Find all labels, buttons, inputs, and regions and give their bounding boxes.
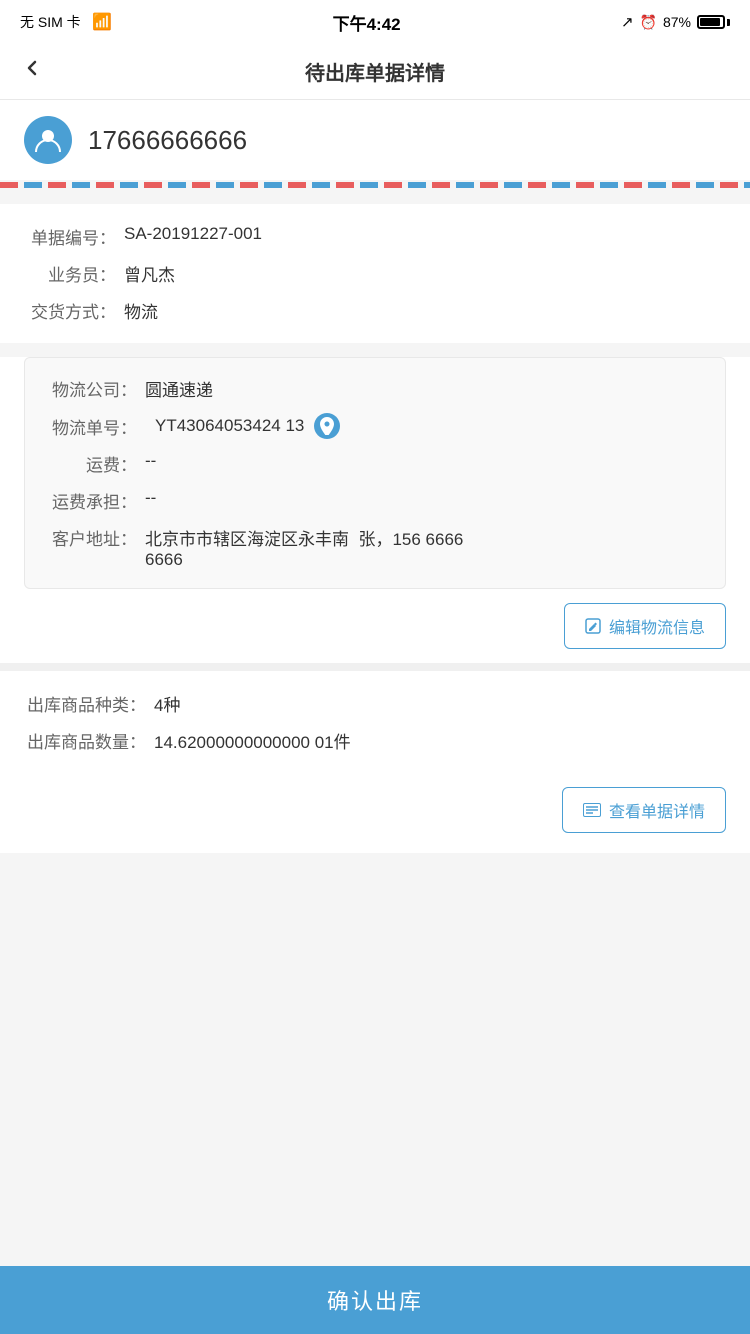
salesperson-row: 业务员： 曾凡杰 — [24, 261, 726, 286]
freight-bearer-value: -- — [145, 488, 705, 508]
battery-percent: 87% — [663, 14, 691, 30]
freight-label: 运费： — [45, 451, 145, 476]
user-phone: 17666666666 — [88, 125, 247, 156]
tracking-number-value: YT43064053424 13 — [155, 416, 304, 436]
logistics-card: 物流公司： 圆通速递 物流单号： YT43064053424 13 运费： --… — [24, 357, 726, 589]
address-row: 客户地址： 北京市市辖区海淀区永丰南 张，156 66666666 — [45, 525, 705, 570]
product-types-row: 出库商品种类： 4种 — [24, 691, 726, 716]
location-arrow-icon: ↗ — [621, 13, 634, 31]
product-quantity-label: 出库商品数量： — [24, 728, 154, 753]
user-header: 17666666666 — [0, 100, 750, 180]
edit-logistics-button[interactable]: 编辑物流信息 — [564, 603, 726, 649]
status-bar: 无 SIM 卡 📶 下午4:42 ↗ ⏰ 87% — [0, 0, 750, 44]
document-number-row: 单据编号： SA-20191227-001 — [24, 224, 726, 249]
confirm-outbound-button[interactable]: 确认出库 — [0, 1266, 750, 1334]
back-button[interactable] — [12, 48, 52, 95]
logistics-company-label: 物流公司： — [45, 376, 145, 401]
status-right: ↗ ⏰ 87% — [621, 13, 730, 31]
address-value: 北京市市辖区海淀区永丰南 张，156 66666666 — [145, 525, 705, 570]
product-quantity-row: 出库商品数量： 14.62000000000000 01件 — [24, 728, 726, 753]
product-types-label: 出库商品种类： — [24, 691, 154, 716]
section-separator — [0, 663, 750, 671]
product-info-section: 出库商品种类： 4种 出库商品数量： 14.62000000000000 01件 — [0, 671, 750, 773]
location-icon[interactable] — [314, 413, 340, 439]
product-types-value: 4种 — [154, 691, 726, 716]
freight-row: 运费： -- — [45, 451, 705, 476]
decorative-divider — [0, 182, 750, 188]
edit-logistics-btn-row: 编辑物流信息 — [0, 589, 750, 663]
address-label: 客户地址： — [45, 525, 145, 550]
wifi-icon: 📶 — [92, 14, 112, 31]
delivery-method-label: 交货方式： — [24, 298, 124, 323]
document-number-label: 单据编号： — [24, 224, 124, 249]
confirm-outbound-label: 确认出库 — [327, 1289, 423, 1314]
delivery-method-row: 交货方式： 物流 — [24, 298, 726, 323]
edit-logistics-label: 编辑物流信息 — [609, 614, 705, 638]
salesperson-label: 业务员： — [24, 261, 124, 286]
page-title: 待出库单据详情 — [305, 57, 445, 86]
tracking-number-row: 物流单号： YT43064053424 13 — [45, 413, 705, 439]
logistics-section: 物流公司： 圆通速递 物流单号： YT43064053424 13 运费： --… — [0, 357, 750, 589]
alarm-icon: ⏰ — [640, 14, 657, 31]
freight-bearer-row: 运费承担： -- — [45, 488, 705, 513]
avatar — [24, 116, 72, 164]
nav-bar: 待出库单据详情 — [0, 44, 750, 100]
battery-icon — [697, 15, 730, 29]
view-detail-btn-row: 查看单据详情 — [0, 773, 750, 853]
freight-value: -- — [145, 451, 705, 471]
view-detail-label: 查看单据详情 — [609, 798, 705, 822]
view-detail-button[interactable]: 查看单据详情 — [562, 787, 726, 833]
salesperson-value: 曾凡杰 — [124, 261, 726, 286]
delivery-method-value: 物流 — [124, 298, 726, 323]
logistics-company-row: 物流公司： 圆通速递 — [45, 376, 705, 401]
status-left: 无 SIM 卡 📶 — [20, 12, 112, 32]
freight-bearer-label: 运费承担： — [45, 488, 145, 513]
product-quantity-value: 14.62000000000000 01件 — [154, 728, 726, 753]
document-info-section: 单据编号： SA-20191227-001 业务员： 曾凡杰 交货方式： 物流 — [0, 204, 750, 343]
document-number-value: SA-20191227-001 — [124, 224, 726, 244]
status-time: 下午4:42 — [333, 10, 401, 35]
empty-area — [0, 853, 750, 1053]
tracking-number-label: 物流单号： — [45, 414, 145, 439]
logistics-company-value: 圆通速递 — [145, 376, 705, 401]
